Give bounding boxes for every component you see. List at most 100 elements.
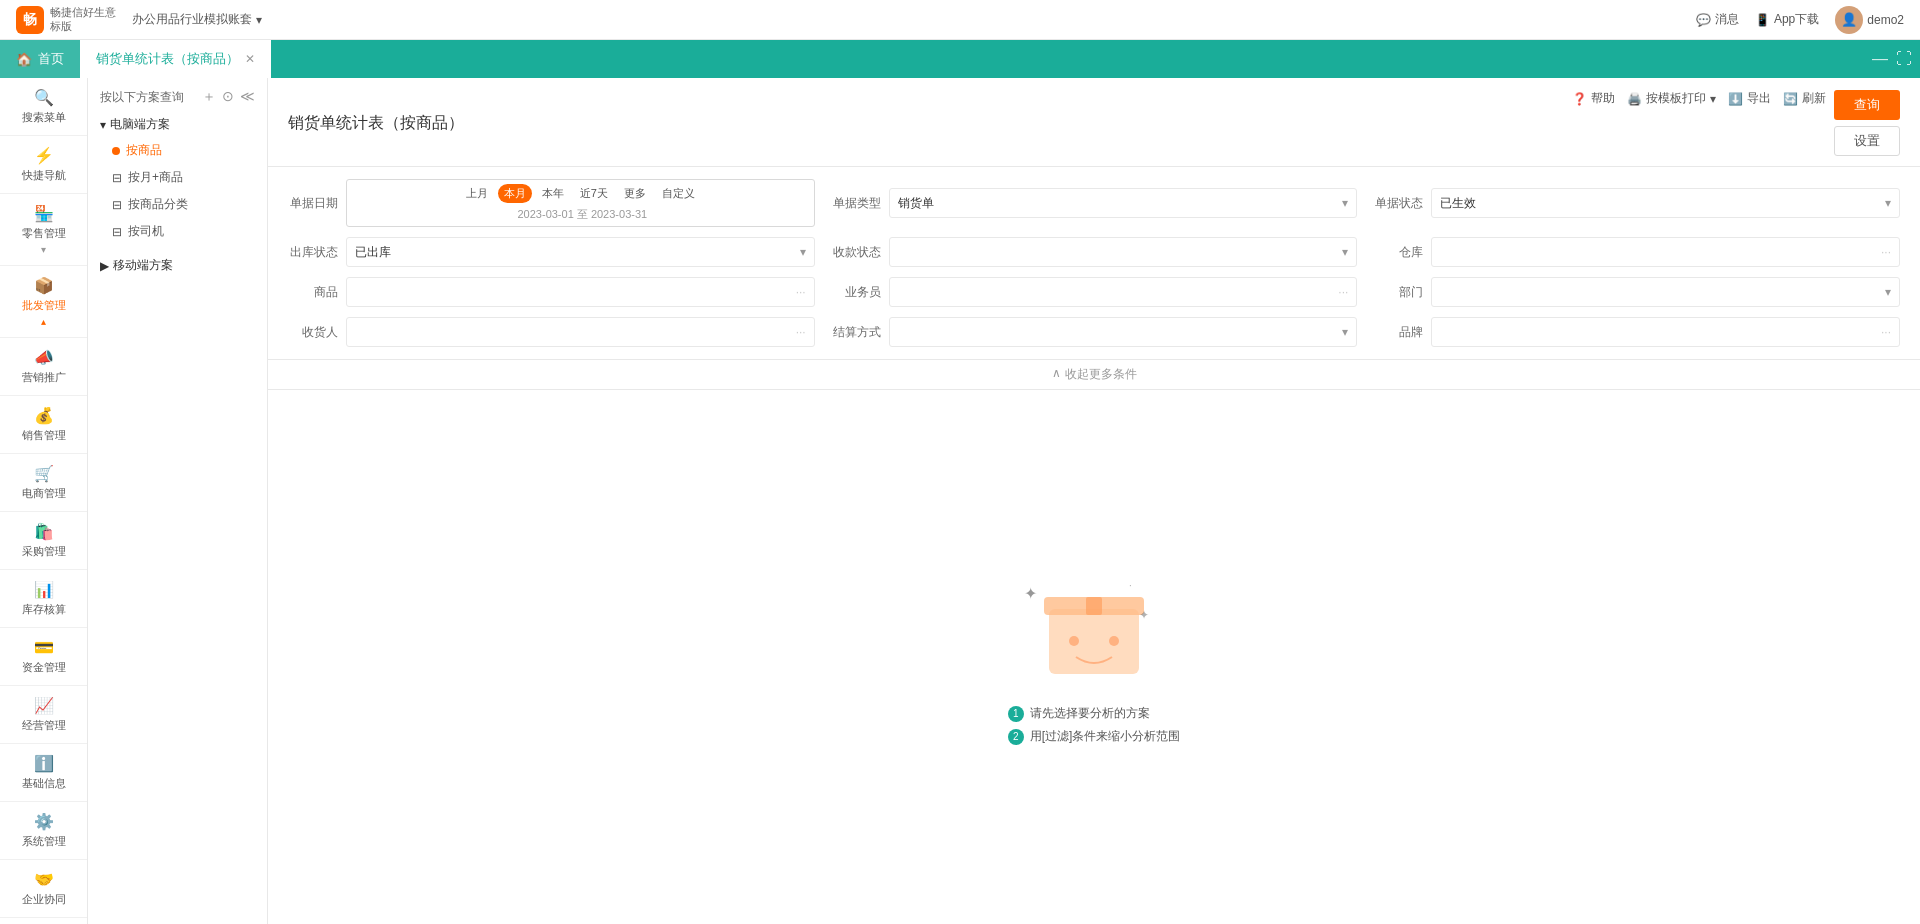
active-dot-icon [112, 147, 120, 155]
warehouse-filter-control[interactable]: ··· [1431, 237, 1900, 267]
out-arrow-icon: ▾ [800, 245, 806, 259]
sidebar-sales-mgmt-label: 销售管理 [22, 428, 66, 443]
date-tab-more[interactable]: 更多 [618, 184, 652, 203]
sidebar-item-enterprise[interactable]: 🤝 企业协同 [0, 860, 87, 918]
scheme-item-by-product[interactable]: 按商品 [88, 137, 267, 164]
receiver-filter-control[interactable]: ··· [346, 317, 815, 347]
sidebar-item-marketing[interactable]: 📣 营销推广 [0, 338, 87, 396]
staff-dots-icon[interactable]: ··· [1338, 285, 1348, 299]
inventory-icon: 📊 [34, 580, 54, 599]
filter-item-date: 单据日期 上月 本月 本年 近7天 更多 自定义 2023-03-01 至 20… [288, 179, 815, 227]
help-btn[interactable]: ❓ 帮助 [1572, 90, 1615, 107]
date-tab-custom[interactable]: 自定义 [656, 184, 701, 203]
scheme-item-by-category[interactable]: ⊟ 按商品分类 [88, 191, 267, 218]
type-filter-control[interactable]: 销货单 ▾ [889, 188, 1358, 218]
company-select[interactable]: 办公用品行业模拟账套 ▾ [132, 11, 262, 28]
staff-label: 业务员 [831, 284, 881, 301]
empty-step-1-label: 请先选择要分析的方案 [1030, 705, 1150, 722]
brand-filter-control[interactable]: ··· [1431, 317, 1900, 347]
date-tab-this-year[interactable]: 本年 [536, 184, 570, 203]
sidebar-item-guide[interactable]: 🎯 新手引导 [0, 918, 87, 924]
tab-minimize-icon[interactable]: — [1872, 50, 1888, 68]
dept-filter-control[interactable]: ▾ [1431, 277, 1900, 307]
filter-item-type: 单据类型 销货单 ▾ [831, 188, 1358, 218]
refresh-btn[interactable]: 🔄 刷新 [1783, 90, 1826, 107]
scheme-group-mobile-title[interactable]: ▶ 移动端方案 [88, 253, 267, 278]
company-name: 办公用品行业模拟账套 [132, 11, 252, 28]
scheme-item-by-month-product-label: 按月+商品 [128, 169, 183, 186]
out-filter-control[interactable]: 已出库 ▾ [346, 237, 815, 267]
user-btn[interactable]: 👤 demo2 [1835, 6, 1904, 34]
sidebar-wholesale-label: 批发管理 [22, 298, 66, 313]
brand-dots-icon[interactable]: ··· [1881, 325, 1891, 339]
scheme-item-by-month-product[interactable]: ⊟ 按月+商品 [88, 164, 267, 191]
payment-filter-control[interactable]: ▾ [889, 317, 1358, 347]
collapse-row[interactable]: ∧ 收起更多条件 [268, 360, 1920, 390]
filter-item-warehouse: 仓库 ··· [1373, 237, 1900, 267]
tab-bar-actions: — ⛶ [1872, 50, 1920, 68]
staff-filter-control[interactable]: ··· [889, 277, 1358, 307]
receipt-label: 收款状态 [831, 244, 881, 261]
sidebar-item-search[interactable]: 🔍 搜索菜单 [0, 78, 87, 136]
scheme-item-by-cashier[interactable]: ⊟ 按司机 [88, 218, 267, 245]
filter-row-4: 收货人 ··· 结算方式 ▾ 品牌 [288, 317, 1900, 347]
sidebar-item-system[interactable]: ⚙️ 系统管理 [0, 802, 87, 860]
warehouse-dots-icon[interactable]: ··· [1881, 245, 1891, 259]
collapse-up-icon: ∧ [1052, 366, 1061, 383]
collapse-label: 收起更多条件 [1065, 366, 1137, 383]
refresh-icon: 🔄 [1783, 92, 1798, 106]
retail-arrow-icon: ▾ [41, 244, 46, 255]
tab-expand-icon[interactable]: ⛶ [1896, 50, 1912, 68]
template-print-btn[interactable]: 🖨️ 按模板打印 ▾ [1627, 90, 1716, 107]
logo-icon: 畅 [16, 6, 44, 34]
product-dots-icon[interactable]: ··· [796, 285, 806, 299]
quick-nav-icon: ⚡ [34, 146, 54, 165]
help-icon: ❓ [1572, 92, 1587, 106]
date-tabs: 上月 本月 本年 近7天 更多 自定义 [460, 184, 701, 203]
date-tab-last-month[interactable]: 上月 [460, 184, 494, 203]
status-filter-control[interactable]: 已生效 ▾ [1431, 188, 1900, 218]
sidebar-item-wholesale[interactable]: 📦 批发管理 ▴ [0, 266, 87, 338]
sidebar-item-inventory[interactable]: 📊 库存核算 [0, 570, 87, 628]
sidebar-item-operations[interactable]: 📈 经营管理 [0, 686, 87, 744]
app-download-btn[interactable]: 📱 App下载 [1755, 11, 1819, 28]
pc-group-label: 电脑端方案 [110, 116, 170, 133]
scheme-group-pc-title[interactable]: ▾ 电脑端方案 [88, 112, 267, 137]
sidebar-item-sales-mgmt[interactable]: 💰 销售管理 [0, 396, 87, 454]
print-arrow-icon: ▾ [1710, 92, 1716, 106]
filter-row-2: 出库状态 已出库 ▾ 收款状态 ▾ 仓库 [288, 237, 1900, 267]
home-icon: 🏠 [16, 52, 32, 67]
product-filter-control[interactable]: ··· [346, 277, 815, 307]
enterprise-icon: 🤝 [34, 870, 54, 889]
sidebar-item-purchase[interactable]: 🛍️ 采购管理 [0, 512, 87, 570]
app-label: App下载 [1774, 11, 1819, 28]
settings-button[interactable]: 设置 [1834, 126, 1900, 156]
scheme-add-btn[interactable]: ＋ [202, 88, 216, 106]
sidebar-item-quick-nav[interactable]: ⚡ 快捷导航 [0, 136, 87, 194]
sidebar-item-retail[interactable]: 🏪 零售管理 ▾ [0, 194, 87, 266]
sidebar-item-finance[interactable]: 💳 资金管理 [0, 628, 87, 686]
export-btn[interactable]: ⬇️ 导出 [1728, 90, 1771, 107]
date-tab-this-month[interactable]: 本月 [498, 184, 532, 203]
tab-sales-stats[interactable]: 销货单统计表（按商品） ✕ [80, 40, 271, 78]
action-col: 查询 设置 [1834, 90, 1900, 156]
tab-home[interactable]: 🏠 首页 [0, 40, 80, 78]
date-filter-control[interactable]: 上月 本月 本年 近7天 更多 自定义 2023-03-01 至 2023-03… [346, 179, 815, 227]
query-button[interactable]: 查询 [1834, 90, 1900, 120]
scheme-collapse-btn[interactable]: ≪ [240, 88, 255, 106]
tab-close-icon[interactable]: ✕ [245, 52, 255, 66]
retail-icon: 🏪 [34, 204, 54, 223]
receipt-filter-control[interactable]: ▾ [889, 237, 1358, 267]
date-tab-7days[interactable]: 近7天 [574, 184, 614, 203]
finance-icon: 💳 [34, 638, 54, 657]
sidebar-system-label: 系统管理 [22, 834, 66, 849]
svg-point-4 [1109, 636, 1119, 646]
sidebar-item-ecommerce[interactable]: 🛒 电商管理 [0, 454, 87, 512]
type-value: 销货单 [898, 195, 934, 212]
logo-text: 畅捷信好生意 标版 [50, 6, 116, 32]
scheme-settings-btn[interactable]: ⊙ [222, 88, 234, 106]
message-btn[interactable]: 💬 消息 [1696, 11, 1739, 28]
svg-rect-2 [1086, 597, 1102, 615]
receiver-dots-icon[interactable]: ··· [796, 325, 806, 339]
sidebar-item-basic-info[interactable]: ℹ️ 基础信息 [0, 744, 87, 802]
